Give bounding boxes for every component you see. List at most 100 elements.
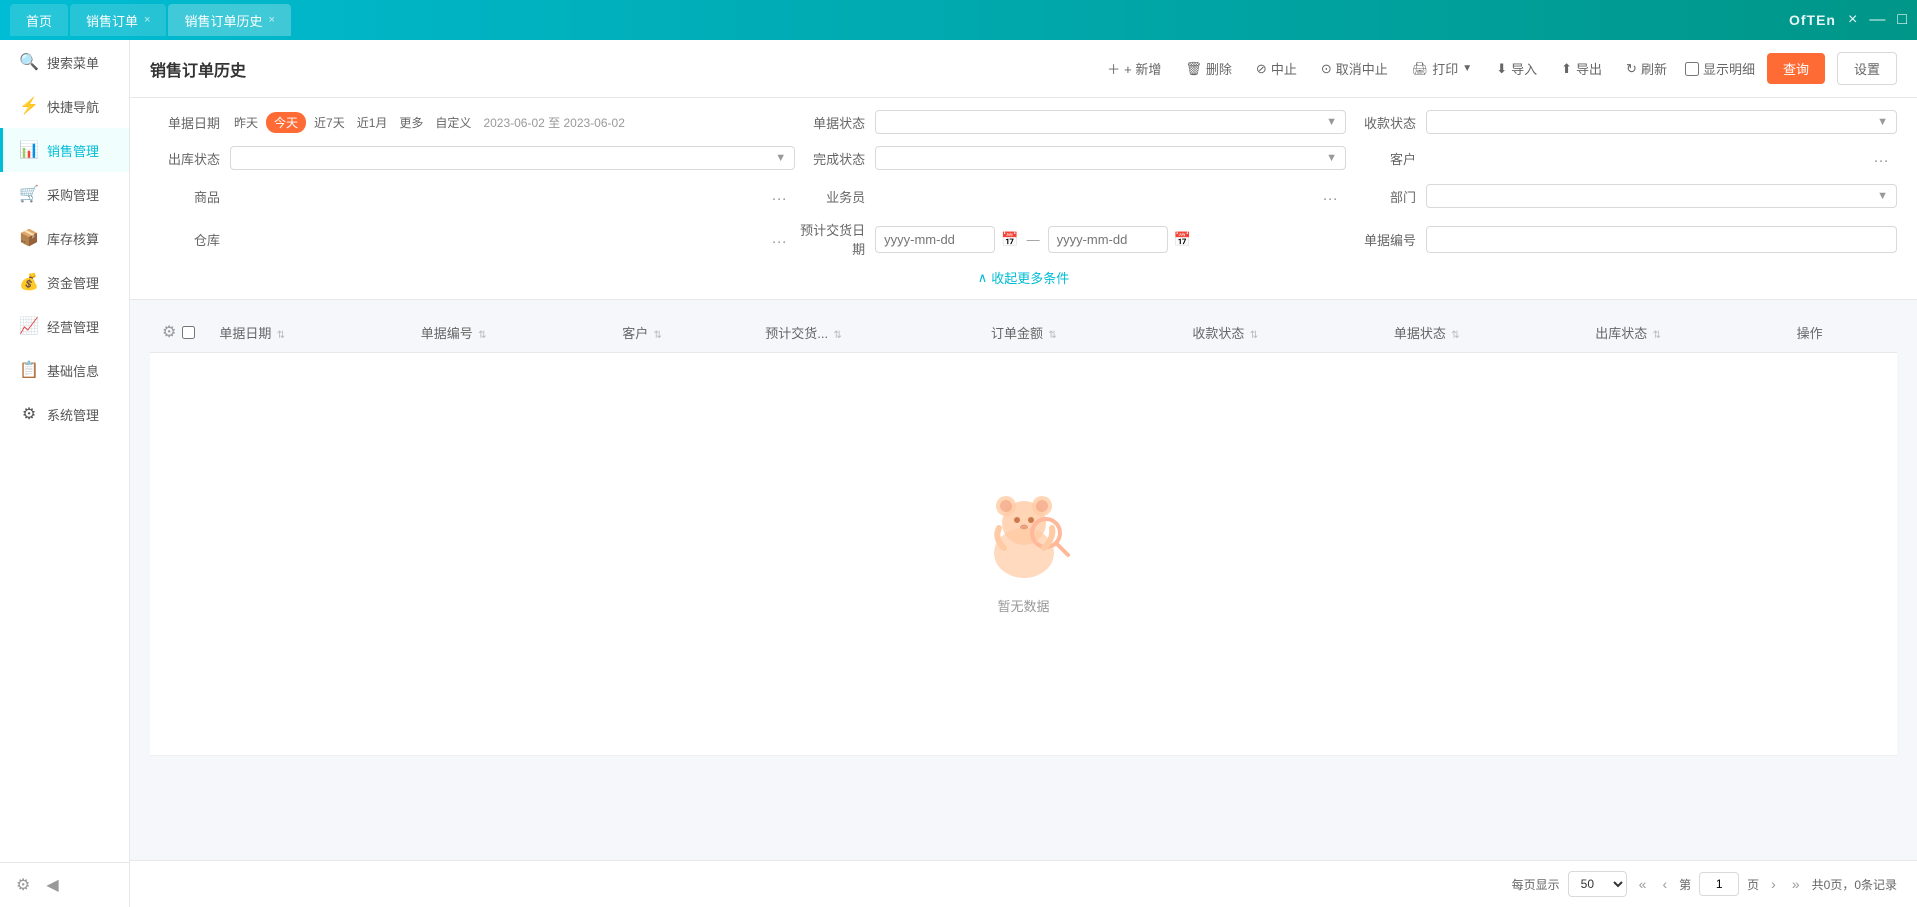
minimize-icon[interactable]: — <box>1869 11 1885 29</box>
sidebar-item-快捷导航[interactable]: ⚡ 快捷导航 <box>0 84 129 128</box>
sidebar-icon-采购管理: 🛒 <box>19 184 39 204</box>
date-btn-more[interactable]: 更多 <box>395 112 427 133</box>
page-label: 页 <box>1747 876 1759 893</box>
empty-row: 暂无数据 <box>150 353 1897 756</box>
sort-orderstatus-icon[interactable]: ⇅ <box>1451 330 1459 341</box>
export-button[interactable]: ⬆ 导出 <box>1555 55 1608 82</box>
tab-close-icon[interactable]: × <box>268 14 274 26</box>
page-size-select[interactable]: 50 10 20 100 <box>1568 871 1627 897</box>
delivery-date-label: 预计交货日期 <box>795 220 875 258</box>
th-outbound-status: 出库状态 ⇅ <box>1583 312 1784 353</box>
stop-button[interactable]: ⊘ 中止 <box>1250 55 1303 82</box>
sort-date-icon[interactable]: ⇅ <box>277 330 285 341</box>
show-detail-input[interactable] <box>1685 62 1699 76</box>
first-page-btn[interactable]: « <box>1635 874 1651 894</box>
collapse-link[interactable]: ∧ 收起更多条件 <box>978 268 1070 287</box>
sidebar-collapse-icon[interactable]: ◀ <box>46 875 58 895</box>
th-amount: 订单金额 ⇅ <box>979 312 1180 353</box>
sort-receipt-icon[interactable]: ⇅ <box>1250 330 1258 341</box>
calendar-end-icon[interactable]: 📅 <box>1174 231 1191 248</box>
outbound-select[interactable]: ▼ <box>230 146 795 170</box>
cancel-stop-button[interactable]: ⊙ 取消中止 <box>1315 55 1394 82</box>
product-input[interactable]: … <box>230 182 795 210</box>
next-page-btn[interactable]: › <box>1767 874 1780 894</box>
delivery-date-col: 📅 — 📅 <box>875 226 1346 253</box>
dept-select[interactable]: ▼ <box>1426 184 1897 208</box>
filter-area: 单据日期 昨天 今天 近7天 近1月 更多 自定义 2023-06-02 至 2… <box>130 98 1917 300</box>
delivery-date-end[interactable] <box>1048 226 1168 253</box>
sidebar-item-库存核算[interactable]: 📦 库存核算 <box>0 216 129 260</box>
date-btn-7days[interactable]: 近7天 <box>310 112 349 133</box>
status-select-col: ▼ <box>875 110 1346 134</box>
tab-close-icon[interactable]: × <box>144 14 150 26</box>
sidebar-label-资金管理: 资金管理 <box>47 273 99 292</box>
date-btn-custom[interactable]: 自定义 <box>431 112 475 133</box>
delete-button[interactable]: 🗑 删除 <box>1179 55 1238 82</box>
sort-orderno-icon[interactable]: ⇅ <box>478 330 486 341</box>
import-button[interactable]: ⬇ 导入 <box>1490 55 1543 82</box>
customer-input[interactable]: … <box>1426 144 1897 172</box>
receipt-status-select[interactable]: ▼ <box>1426 110 1897 134</box>
product-ellipsis[interactable]: … <box>771 187 787 205</box>
top-tab-首页[interactable]: 首页 <box>10 4 68 36</box>
calendar-start-icon[interactable]: 📅 <box>1001 231 1018 248</box>
top-bar-right: OfTEn × — □ <box>1789 11 1907 29</box>
print-arrow-icon: ▼ <box>1462 63 1472 74</box>
sidebar-item-采购管理[interactable]: 🛒 采购管理 <box>0 172 129 216</box>
stop-icon: ⊘ <box>1256 61 1267 77</box>
sidebar-settings-icon[interactable]: ⚙ <box>16 875 30 895</box>
maximize-icon[interactable]: □ <box>1897 11 1907 29</box>
order-no-input[interactable] <box>1426 226 1897 253</box>
refresh-button[interactable]: ↻ 刷新 <box>1620 55 1673 82</box>
date-btn-1month[interactable]: 近1月 <box>353 112 392 133</box>
show-detail-checkbox[interactable]: 显示明细 <box>1685 59 1755 78</box>
sidebar-item-系统管理[interactable]: ⚙ 系统管理 <box>0 392 129 436</box>
top-tab-销售订单历史[interactable]: 销售订单历史× <box>168 4 290 36</box>
sidebar-item-经营管理[interactable]: 📈 经营管理 <box>0 304 129 348</box>
warehouse-ellipsis[interactable]: … <box>771 230 787 248</box>
warehouse-input[interactable]: … <box>230 225 795 253</box>
th-order-status: 单据状态 ⇅ <box>1382 312 1583 353</box>
completion-select[interactable]: ▼ <box>875 146 1346 170</box>
sidebar-item-基础信息[interactable]: 📋 基础信息 <box>0 348 129 392</box>
sidebar-icon-快捷导航: ⚡ <box>19 96 39 116</box>
outbound-col: ▼ <box>230 146 795 170</box>
column-settings-icon[interactable]: ⚙ <box>162 322 176 342</box>
close-window-icon[interactable]: × <box>1848 11 1857 29</box>
sidebar-icon-库存核算: 📦 <box>19 228 39 248</box>
date-btn-today[interactable]: 今天 <box>266 112 306 133</box>
status-label: 单据状态 <box>795 113 875 132</box>
query-button[interactable]: 查询 <box>1767 53 1825 84</box>
main-layout: 🔍 搜索菜单 ⚡ 快捷导航 📊 销售管理 🛒 采购管理 📦 库存核算 💰 资金管… <box>0 40 1917 907</box>
salesperson-ellipsis[interactable]: … <box>1322 187 1338 205</box>
dept-col: ▼ <box>1426 184 1897 208</box>
sort-outbound-icon[interactable]: ⇅ <box>1653 330 1661 341</box>
select-all-checkbox[interactable] <box>182 326 195 339</box>
sidebar-item-资金管理[interactable]: 💰 资金管理 <box>0 260 129 304</box>
sidebar-item-销售管理[interactable]: 📊 销售管理 <box>0 128 129 172</box>
date-btn-yesterday[interactable]: 昨天 <box>230 112 262 133</box>
top-tab-销售订单[interactable]: 销售订单× <box>70 4 166 36</box>
top-bar: 首页销售订单×销售订单历史× OfTEn × — □ <box>0 0 1917 40</box>
prev-page-btn[interactable]: ‹ <box>1658 874 1671 894</box>
date-quick-btns: 昨天 今天 近7天 近1月 更多 自定义 <box>230 112 475 133</box>
delete-icon: 🗑 <box>1185 61 1202 77</box>
sidebar-label-库存核算: 库存核算 <box>47 229 99 248</box>
salesperson-input[interactable]: … <box>875 182 1346 210</box>
sort-customer-icon[interactable]: ⇅ <box>654 330 662 341</box>
sidebar-item-搜索菜单[interactable]: 🔍 搜索菜单 <box>0 40 129 84</box>
sort-amount-icon[interactable]: ⇅ <box>1048 330 1056 341</box>
last-page-btn[interactable]: » <box>1788 874 1804 894</box>
content-area: 销售订单历史 ＋ + 新增 🗑 删除 ⊘ 中止 ⊙ 取消中止 <box>130 40 1917 907</box>
th-receipt-status: 收款状态 ⇅ <box>1180 312 1381 353</box>
settings-button[interactable]: 设置 <box>1837 52 1897 85</box>
delivery-date-start[interactable] <box>875 226 995 253</box>
status-select[interactable]: ▼ <box>875 110 1346 134</box>
print-button[interactable]: 🖨 打印 ▼ <box>1406 55 1478 82</box>
th-date: 单据日期 ⇅ <box>207 312 408 353</box>
page-number-input[interactable] <box>1699 872 1739 896</box>
sort-delivery-icon[interactable]: ⇅ <box>833 330 841 341</box>
new-button[interactable]: ＋ + 新增 <box>1101 55 1167 82</box>
filter-row-3: 商品 … 业务员 … 部门 <box>150 182 1897 210</box>
customer-ellipsis[interactable]: … <box>1873 149 1889 167</box>
